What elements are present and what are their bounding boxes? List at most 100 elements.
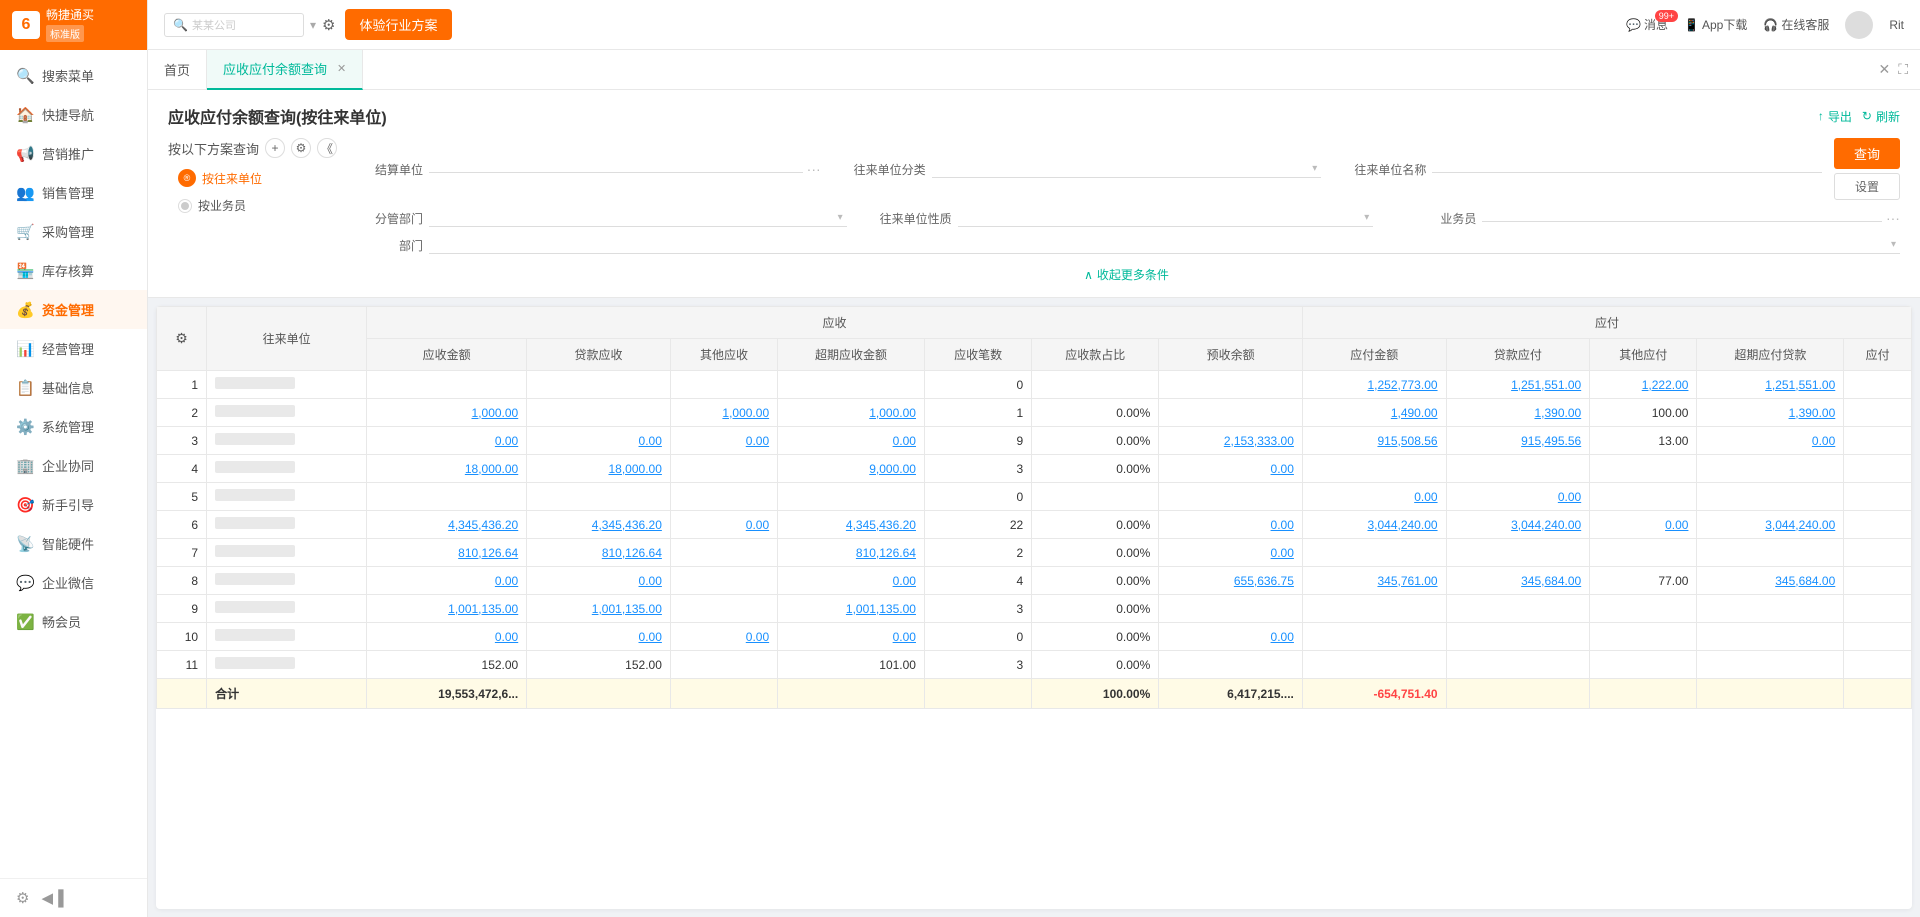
filter-collapse-icon[interactable]: 《 <box>317 138 337 158</box>
sidebar-item-search[interactable]: 🔍搜索菜单 <box>0 56 147 95</box>
sidebar-icon-quick: 🏠 <box>16 106 34 124</box>
cell-ap_loan: 3,044,240.00 <box>1446 511 1590 539</box>
table-row: 100.000.000.000.0000.00%0.00 <box>157 623 1912 651</box>
sidebar-settings-icon[interactable]: ⚙ <box>16 889 29 907</box>
settings-button[interactable]: 设置 <box>1834 173 1900 200</box>
cell-ar_amount: 810,126.64 <box>367 539 527 567</box>
promo-button[interactable]: 体验行业方案 <box>345 9 451 40</box>
settlement-unit-dots[interactable]: ··· <box>807 161 821 177</box>
export-button[interactable]: ↑ 导出 <box>1818 108 1852 125</box>
row-number: 6 <box>157 511 207 539</box>
cell-ar_loan: 0.00 <box>527 623 671 651</box>
cell-ar_loan: 1,001,135.00 <box>527 595 671 623</box>
footer-ar_count <box>924 679 1031 709</box>
cell-ap_other: 0.00 <box>1590 511 1697 539</box>
sidebar-item-basic[interactable]: 📋基础信息 <box>0 368 147 407</box>
sidebar-item-wechat[interactable]: 💬企业微信 <box>0 563 147 602</box>
filter-settings-icon[interactable]: ⚙ <box>291 138 311 158</box>
table-row: 91,001,135.001,001,135.001,001,135.0030.… <box>157 595 1912 623</box>
cell-ap_extra <box>1844 371 1912 399</box>
filter-collapse-button[interactable]: ∧ 收起更多条件 <box>353 262 1900 287</box>
row-number: 8 <box>157 567 207 595</box>
settlement-unit-input[interactable] <box>429 166 803 173</box>
username[interactable]: Rit <box>1889 18 1904 32</box>
cell-ar_loan: 152.00 <box>527 651 671 679</box>
tab-close-window-icon[interactable]: ✕ <box>1878 61 1890 78</box>
data-table: ⚙ 往来单位 应收 应付 应收金额 贷款应收 其他应收 超期应收金额 应收笔数 … <box>156 306 1912 709</box>
breadcrumb-chevron[interactable]: ▾ <box>310 18 316 32</box>
salesperson-input[interactable] <box>1482 215 1882 222</box>
cell-ar_ratio: 0.00% <box>1032 539 1159 567</box>
cell-ar_other <box>670 651 777 679</box>
dept-select[interactable]: ▾ <box>429 236 1900 254</box>
sidebar-item-marketing[interactable]: 📢营销推广 <box>0 134 147 173</box>
table-settings-icon[interactable]: ⚙ <box>157 307 207 371</box>
cell-partner <box>207 567 367 595</box>
filter-partner-nature: 往来单位性质 ▾ <box>880 209 1374 227</box>
footer-settings <box>157 679 207 709</box>
query-button[interactable]: 查询 <box>1834 138 1900 169</box>
footer-ap_loan <box>1446 679 1590 709</box>
sidebar-icon-corp: 🏢 <box>16 457 34 475</box>
filter-partner-category: 往来单位分类 ▾ <box>854 160 1322 178</box>
filter-add-button[interactable]: + <box>265 138 285 158</box>
sidebar-item-system[interactable]: ⚙️系统管理 <box>0 407 147 446</box>
salesperson-dots[interactable]: ··· <box>1886 210 1900 226</box>
scheme-partner-icon: ® <box>178 169 196 187</box>
cell-ar_count: 4 <box>924 567 1031 595</box>
cell-ap_loan <box>1446 539 1590 567</box>
cell-ar_other: 1,000.00 <box>670 399 777 427</box>
cell-ar_other <box>670 371 777 399</box>
partner-nature-select[interactable]: ▾ <box>958 209 1374 227</box>
cell-ar_overdue: 101.00 <box>778 651 925 679</box>
sidebar-item-inventory[interactable]: 🏪库存核算 <box>0 251 147 290</box>
sidebar-icon-guide: 🎯 <box>16 496 34 514</box>
sidebar-item-sales[interactable]: 👥销售管理 <box>0 173 147 212</box>
footer-ar_loan <box>527 679 671 709</box>
cell-ap_overdue: 1,251,551.00 <box>1697 371 1844 399</box>
partner-name-input[interactable] <box>1432 166 1822 173</box>
col-ar-loan: 贷款应收 <box>527 339 671 371</box>
app-download-button[interactable]: 📱 App下载 <box>1684 16 1747 33</box>
scheme-by-partner[interactable]: ® 按往来单位 <box>178 166 337 190</box>
tab-home[interactable]: 首页 <box>148 50 207 90</box>
sidebar-item-guide[interactable]: 🎯新手引导 <box>0 485 147 524</box>
category-dropdown-icon: ▾ <box>1312 163 1317 174</box>
cell-ar_ratio: 0.00% <box>1032 567 1159 595</box>
cell-ap_extra <box>1844 455 1912 483</box>
refresh-icon: ↻ <box>1862 109 1872 123</box>
col-ar-overdue: 超期应收金额 <box>778 339 925 371</box>
footer-label: 合计 <box>207 679 367 709</box>
cell-ar_overdue: 4,345,436.20 <box>778 511 925 539</box>
cell-ar_ratio: 0.00% <box>1032 651 1159 679</box>
tab-bar: 首页 应收应付余额查询 ✕ ✕ ⛶ <box>148 50 1920 90</box>
cell-ar_count: 1 <box>924 399 1031 427</box>
cell-ap_loan <box>1446 651 1590 679</box>
gear-icon[interactable]: ⚙ <box>322 16 335 34</box>
sidebar-item-hardware[interactable]: 📡智能硬件 <box>0 524 147 563</box>
sidebar-bottom: ⚙ ◀▐ <box>0 878 147 917</box>
sidebar-item-member[interactable]: ✅畅会员 <box>0 602 147 641</box>
tab-close-icon[interactable]: ✕ <box>337 62 346 75</box>
footer-ap_amount: -654,751.40 <box>1302 679 1446 709</box>
cell-ap_amount <box>1302 455 1446 483</box>
online-service-button[interactable]: 🎧 在线客服 <box>1763 16 1829 33</box>
tab-fullscreen-icon[interactable]: ⛶ <box>1898 61 1908 78</box>
sidebar-collapse-icon[interactable]: ◀▐ <box>41 889 63 907</box>
table-row: 418,000.0018,000.009,000.0030.00%0.00 <box>157 455 1912 483</box>
sidebar-item-quick[interactable]: 🏠快捷导航 <box>0 95 147 134</box>
avatar[interactable] <box>1845 11 1873 39</box>
row-number: 10 <box>157 623 207 651</box>
sidebar-item-finance[interactable]: 💰资金管理 <box>0 290 147 329</box>
partner-category-select[interactable]: ▾ <box>932 160 1322 178</box>
dept-supervisor-select[interactable]: ▾ <box>429 209 847 227</box>
sidebar-item-corp[interactable]: 🏢企业协同 <box>0 446 147 485</box>
tab-ar-ap[interactable]: 应收应付余额查询 ✕ <box>207 50 363 90</box>
sidebar-item-purchase[interactable]: 🛒采购管理 <box>0 212 147 251</box>
sidebar-item-operations[interactable]: 📊经营管理 <box>0 329 147 368</box>
message-button[interactable]: 💬 消息 99+ <box>1626 16 1668 33</box>
cell-ar_overdue: 0.00 <box>778 427 925 455</box>
scheme-by-salesperson[interactable]: 按业务员 <box>178 194 337 217</box>
filter-settlement-unit: 结算单位 ··· <box>353 161 821 178</box>
refresh-button[interactable]: ↻ 刷新 <box>1862 108 1900 125</box>
